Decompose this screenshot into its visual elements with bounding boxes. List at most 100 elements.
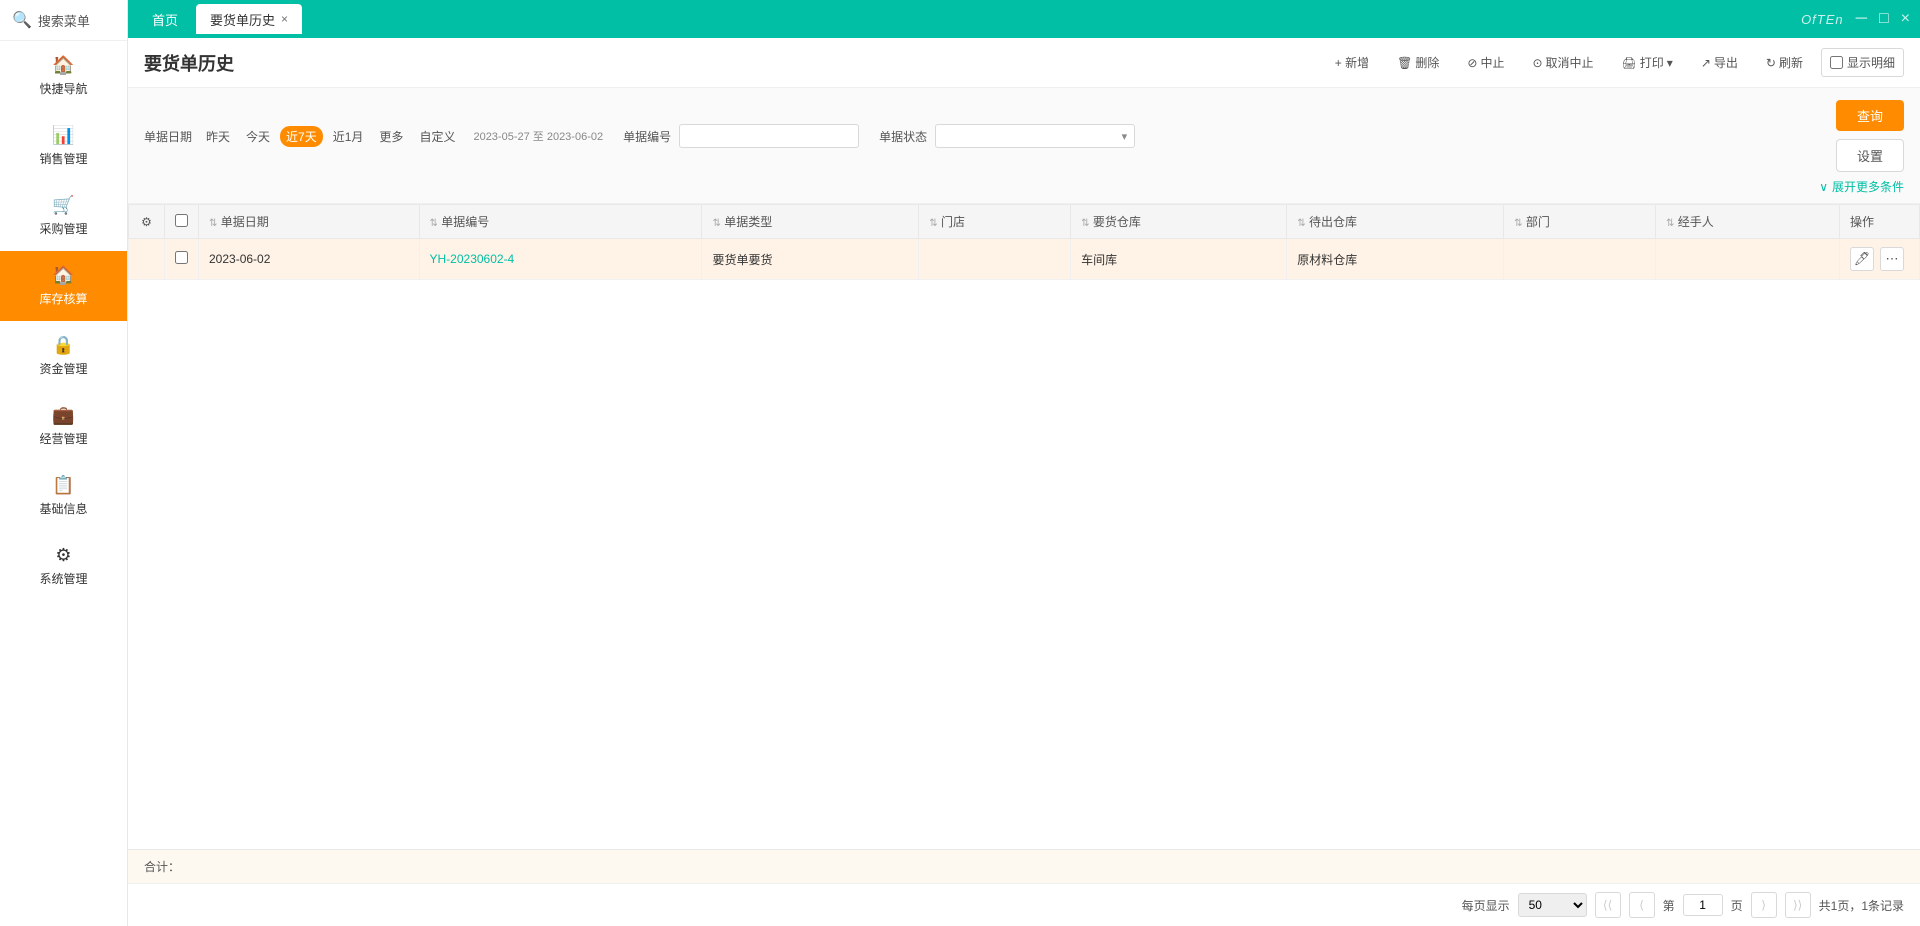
sidebar-item-finance[interactable]: 🔒 资金管理: [0, 321, 127, 391]
shortcut-yesterday[interactable]: 昨天: [200, 126, 236, 147]
sort-icon: ⇅: [430, 218, 438, 229]
td-req-warehouse: 车间库: [1071, 239, 1287, 280]
th-doc-type: ⇅ 单据类型: [702, 205, 919, 239]
table-footer: 合计：: [128, 849, 1920, 883]
doc-status-select-wrapper: [935, 124, 1135, 148]
setting-button[interactable]: 设置: [1836, 139, 1904, 172]
warehouse-icon: 🏠: [52, 265, 74, 286]
briefcase-icon: 💼: [52, 405, 74, 426]
doc-number-filter-group: 单据编号: [623, 124, 859, 148]
th-checkbox[interactable]: [165, 205, 199, 239]
td-checkbox: [165, 239, 199, 280]
first-page-button[interactable]: ⟨⟨: [1595, 892, 1621, 918]
sidebar-search[interactable]: 🔍 搜索菜单: [0, 0, 127, 41]
export-icon: ↗: [1701, 56, 1711, 70]
cart-icon: 🛒: [52, 195, 74, 216]
sort-icon: ⇅: [712, 218, 720, 229]
td-doc-no: YH-20230602-4: [419, 239, 702, 280]
page-number-input[interactable]: [1683, 894, 1723, 916]
page-input-suffix: 页: [1731, 897, 1743, 914]
shortcut-more[interactable]: 更多: [373, 126, 409, 147]
tab-bar-controls: OfTEn ─ □ ×: [1801, 10, 1910, 28]
doc-number-input[interactable]: [679, 124, 859, 148]
export-button[interactable]: ↗ 导出: [1691, 49, 1748, 76]
sidebar-search-label: 搜索菜单: [38, 11, 90, 30]
next-page-button[interactable]: ⟩: [1751, 892, 1777, 918]
brand-label: OfTEn: [1801, 12, 1844, 27]
sidebar-item-system[interactable]: ⚙ 系统管理: [0, 531, 127, 601]
query-button[interactable]: 查询: [1836, 100, 1904, 131]
last-page-button[interactable]: ⟩⟩: [1785, 892, 1811, 918]
sidebar-item-quick-nav[interactable]: 🏠 快捷导航: [0, 41, 127, 111]
print-button[interactable]: 🖨 打印 ▾: [1612, 49, 1683, 76]
filter-row: 单据日期 昨天 今天 近7天 近1月 更多 自定义 2023-05-27 至 2…: [144, 100, 1904, 172]
new-button[interactable]: + 新增: [1325, 49, 1379, 76]
sidebar-item-sales[interactable]: 📊 销售管理: [0, 111, 127, 181]
table-row: 2023-06-02 YH-20230602-4 要货单要货 车间库 原材料仓库: [129, 239, 1920, 280]
td-settings: [129, 239, 165, 280]
td-doc-type: 要货单要货: [702, 239, 919, 280]
cancel-stop-icon: ⊙: [1532, 56, 1542, 70]
toolbar: 要货单历史 + 新增 🗑 删除 ⊘ 中止 ⊙ 取消中止 🖨 打印 ▾: [128, 38, 1920, 88]
window-close-icon[interactable]: ×: [1901, 10, 1910, 28]
table-header-row: ⚙ ⇅ 单据日期 ⇅ 单据编号 ⇅: [129, 205, 1920, 239]
th-req-warehouse: ⇅ 要货仓库: [1071, 205, 1287, 239]
sidebar-item-label: 资金管理: [39, 360, 87, 377]
date-filter-group: 单据日期 昨天 今天 近7天 近1月 更多 自定义 2023-05-27 至 2…: [144, 126, 603, 147]
shortcut-today[interactable]: 今天: [240, 126, 276, 147]
expand-more-button[interactable]: ∨ 展开更多条件: [1819, 178, 1904, 195]
sidebar-item-basic-info[interactable]: 📋 基础信息: [0, 461, 127, 531]
th-pending-warehouse: ⇅ 待出仓库: [1287, 205, 1504, 239]
shortcut-7days[interactable]: 近7天: [280, 126, 323, 147]
stop-button[interactable]: ⊘ 中止: [1457, 49, 1514, 76]
tab-active-label: 要货单历史: [210, 10, 275, 29]
main-area: 首页 要货单历史 × OfTEn ─ □ × 要货单历史 + 新增 🗑 删除: [128, 0, 1920, 926]
tab-home[interactable]: 首页: [138, 4, 192, 34]
refresh-button[interactable]: ↻ 刷新: [1756, 49, 1813, 76]
doc-status-select[interactable]: [935, 124, 1135, 148]
sidebar-item-operations[interactable]: 💼 经营管理: [0, 391, 127, 461]
select-all-checkbox[interactable]: [175, 214, 188, 227]
chevron-down-icon: ∨: [1819, 180, 1828, 194]
th-date: ⇅ 单据日期: [199, 205, 420, 239]
action-buttons: 🖊 ⋯: [1850, 247, 1909, 271]
prev-page-button[interactable]: ⟨: [1629, 892, 1655, 918]
page-title: 要货单历史: [144, 50, 234, 76]
doc-number-label: 单据编号: [623, 128, 671, 145]
td-department: [1504, 239, 1656, 280]
document-icon: 📋: [52, 475, 74, 496]
edit-action-button[interactable]: 🖊: [1850, 247, 1874, 271]
filter-area: 单据日期 昨天 今天 近7天 近1月 更多 自定义 2023-05-27 至 2…: [128, 88, 1920, 204]
filter-second-row: ∨ 展开更多条件: [144, 178, 1904, 195]
more-action-button[interactable]: ⋯: [1880, 247, 1904, 271]
sidebar-item-inventory[interactable]: 🏠 库存核算: [0, 251, 127, 321]
th-handler: ⇅ 经手人: [1655, 205, 1839, 239]
th-action: 操作: [1840, 205, 1920, 239]
display-detail-checkbox[interactable]: [1830, 56, 1843, 69]
shortcut-1month[interactable]: 近1月: [327, 126, 370, 147]
doc-no-link[interactable]: YH-20230602-4: [430, 252, 515, 266]
window-minimize-icon[interactable]: ─: [1856, 10, 1867, 28]
th-doc-no: ⇅ 单据编号: [419, 205, 702, 239]
delete-button[interactable]: 🗑 删除: [1387, 49, 1449, 76]
display-detail-toggle[interactable]: 显示明细: [1821, 48, 1904, 77]
sidebar-item-purchase[interactable]: 🛒 采购管理: [0, 181, 127, 251]
tab-close-icon[interactable]: ×: [281, 12, 288, 26]
tab-home-label: 首页: [152, 10, 178, 29]
sidebar-item-label: 采购管理: [39, 220, 87, 237]
print-icon: 🖨: [1622, 56, 1637, 70]
sidebar-item-label: 销售管理: [39, 150, 87, 167]
row-checkbox[interactable]: [175, 251, 188, 264]
th-settings[interactable]: ⚙: [129, 205, 165, 239]
td-handler: [1655, 239, 1839, 280]
search-icon: 🔍: [12, 10, 32, 30]
window-maximize-icon[interactable]: □: [1879, 10, 1889, 28]
page-size-select[interactable]: 50 10 20 100: [1518, 893, 1587, 917]
shortcut-custom[interactable]: 自定义: [413, 126, 461, 147]
td-date: 2023-06-02: [199, 239, 420, 280]
cancel-stop-button[interactable]: ⊙ 取消中止: [1522, 49, 1603, 76]
tab-active[interactable]: 要货单历史 ×: [196, 4, 302, 34]
td-pending-warehouse: 原材料仓库: [1287, 239, 1504, 280]
sort-icon: ⇅: [1514, 218, 1522, 229]
data-table: ⚙ ⇅ 单据日期 ⇅ 单据编号 ⇅: [128, 204, 1920, 280]
